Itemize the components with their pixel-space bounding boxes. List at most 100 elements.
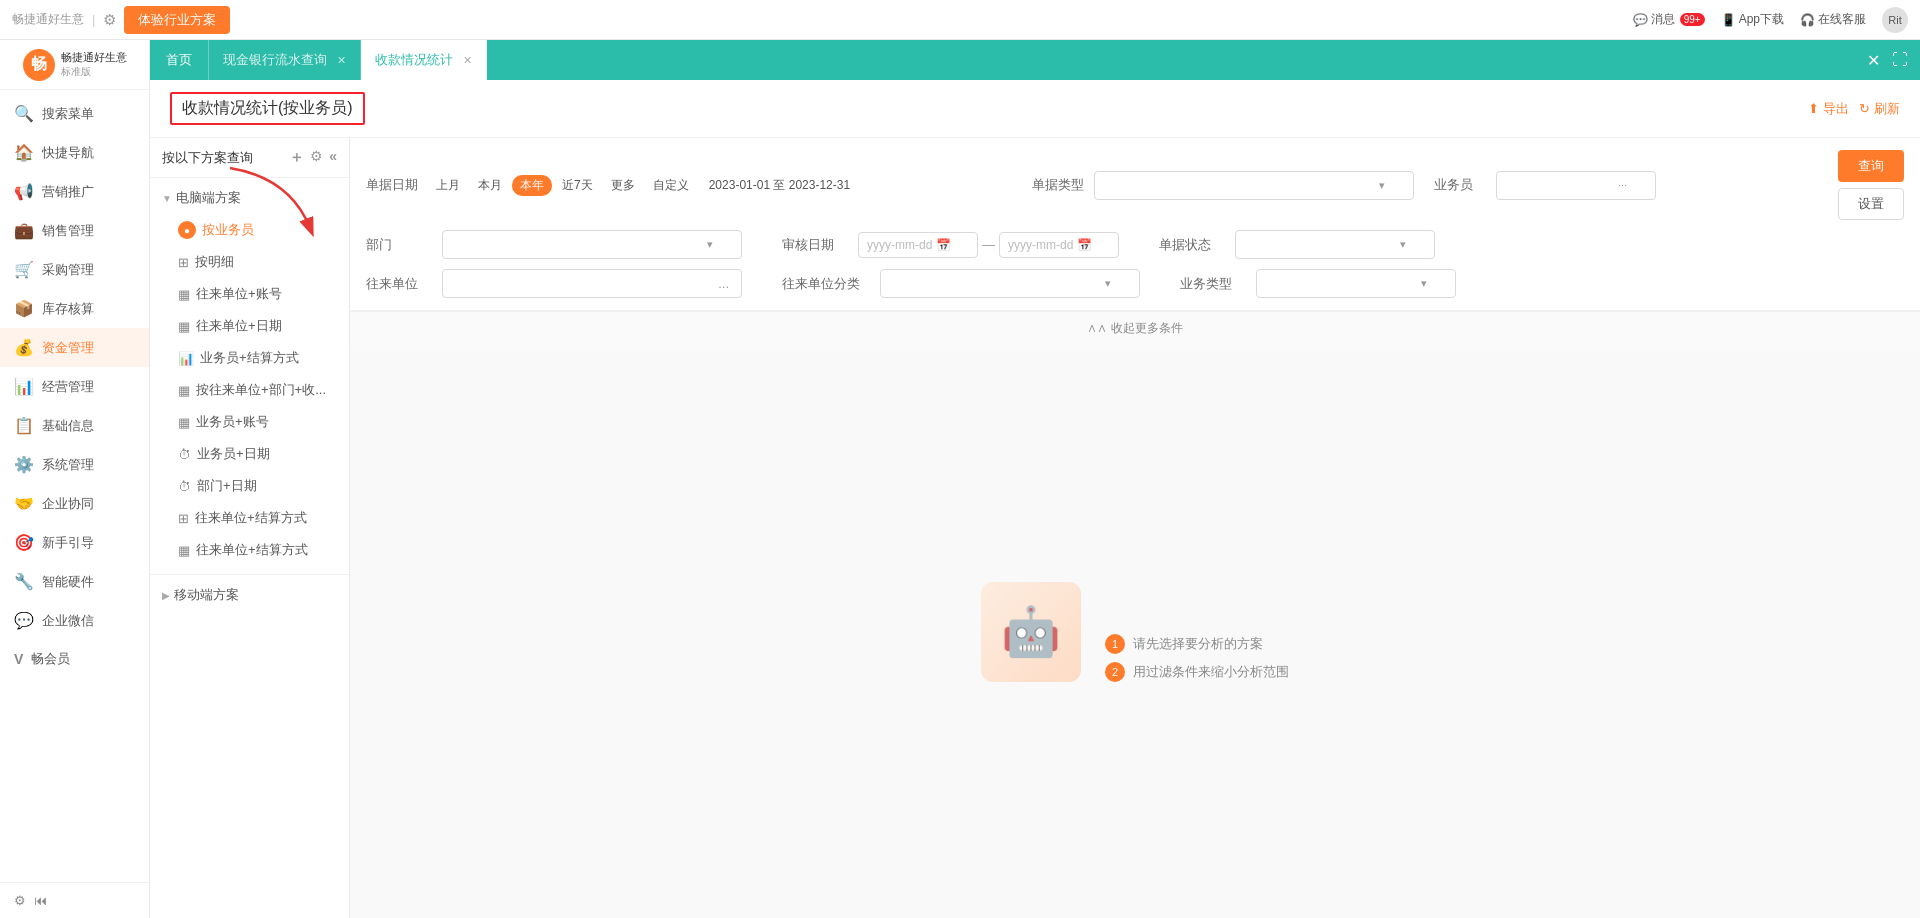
supplier-input-group[interactable]: ... bbox=[442, 269, 742, 298]
sidebar-footer[interactable]: ⚙ ⏮ bbox=[0, 882, 149, 918]
doc-status-select[interactable]: ▾ bbox=[1235, 230, 1435, 259]
sidebar-item-business[interactable]: 📊 经营管理 bbox=[0, 367, 149, 406]
panel-add-icon[interactable]: ＋ bbox=[289, 148, 304, 167]
sidebar-item-newbie[interactable]: 🎯 新手引导 bbox=[0, 523, 149, 562]
date-tab-last-month[interactable]: 上月 bbox=[428, 175, 468, 196]
filter-area: 单据日期 上月 本月 本年 近7天 更多 自定义 2023-01-01 至 20… bbox=[350, 138, 1920, 311]
sidebar: 畅 畅捷通好生意 标准版 🔍 搜索菜单 🏠 快捷导航 📢 营销推广 💼 bbox=[0, 40, 150, 918]
sidebar-item-system[interactable]: ⚙️ 系统管理 bbox=[0, 445, 149, 484]
export-btn[interactable]: ⬆ 导出 bbox=[1808, 100, 1849, 118]
refresh-btn[interactable]: ↻ 刷新 bbox=[1859, 100, 1900, 118]
page-actions: ⬆ 导出 ↻ 刷新 bbox=[1808, 100, 1900, 118]
sidebar-item-basic[interactable]: 📋 基础信息 bbox=[0, 406, 149, 445]
tree-item-by-salesperson[interactable]: ● 按业务员 bbox=[150, 214, 349, 246]
tab-bank-flow-close[interactable]: ✕ bbox=[337, 54, 346, 67]
online-service-btn[interactable]: 🎧 在线客服 bbox=[1800, 11, 1866, 28]
main-layout: 畅 畅捷通好生意 标准版 🔍 搜索菜单 🏠 快捷导航 📢 营销推广 💼 bbox=[0, 40, 1920, 918]
tree-item-supplier-settlement2[interactable]: ▦ 往来单位+结算方式 bbox=[150, 534, 349, 566]
review-date-group: yyyy-mm-dd 📅 — yyyy-mm-dd 📅 bbox=[858, 232, 1119, 258]
review-date-label: 审核日期 bbox=[782, 236, 838, 254]
sidebar-footer-collapse[interactable]: ⏮ bbox=[34, 893, 47, 908]
marketing-icon: 📢 bbox=[14, 182, 34, 201]
refresh-icon: ↻ bbox=[1859, 101, 1870, 116]
tree-item-salesperson-settlement[interactable]: 📊 业务员+结算方式 bbox=[150, 342, 349, 374]
supplier-category-arrow: ▾ bbox=[1105, 277, 1111, 290]
sidebar-item-marketing[interactable]: 📢 营销推广 bbox=[0, 172, 149, 211]
tab-close-all-icon[interactable]: ✕ bbox=[1867, 51, 1880, 70]
review-date-end[interactable]: yyyy-mm-dd 📅 bbox=[999, 232, 1119, 258]
quick-nav-icon: 🏠 bbox=[14, 143, 34, 162]
business-icon: 📊 bbox=[14, 377, 34, 396]
sidebar-item-finance[interactable]: 💰 资金管理 bbox=[0, 328, 149, 367]
tree-item-dept-date[interactable]: ⏱ 部门+日期 bbox=[150, 470, 349, 502]
empty-content: 🤖 1 请先选择要分析的方案 2 用过滤条件来缩小分析范围 bbox=[981, 582, 1289, 682]
sidebar-item-sales[interactable]: 💼 销售管理 bbox=[0, 211, 149, 250]
review-date-start[interactable]: yyyy-mm-dd 📅 bbox=[858, 232, 978, 258]
sidebar-item-vip[interactable]: V 畅会员 bbox=[0, 640, 149, 678]
top-bar-right: 💬 消息 99+ 📱 App下载 🎧 在线客服 Rit bbox=[1633, 7, 1908, 33]
date-tab-this-year[interactable]: 本年 bbox=[512, 175, 552, 196]
supplier-dept-icon: ▦ bbox=[178, 383, 190, 398]
tree-item-supplier-settlement1[interactable]: ⊞ 往来单位+结算方式 bbox=[150, 502, 349, 534]
tab-receipt-stats[interactable]: 收款情况统计 ✕ bbox=[361, 40, 487, 80]
salesperson-date-icon: ⏱ bbox=[178, 447, 191, 462]
tab-bank-flow[interactable]: 现金银行流水查询 ✕ bbox=[209, 40, 361, 80]
sidebar-item-quick-nav[interactable]: 🏠 快捷导航 bbox=[0, 133, 149, 172]
tree-item-by-detail[interactable]: ⊞ 按明细 bbox=[150, 246, 349, 278]
sidebar-item-smart-hardware[interactable]: 🔧 智能硬件 bbox=[0, 562, 149, 601]
tree-item-supplier-date[interactable]: ▦ 往来单位+日期 bbox=[150, 310, 349, 342]
supplier-account-icon: ▦ bbox=[178, 287, 190, 302]
vip-icon: V bbox=[14, 651, 23, 667]
sidebar-item-search-menu[interactable]: 🔍 搜索菜单 bbox=[0, 94, 149, 133]
tree-item-supplier-account[interactable]: ▦ 往来单位+账号 bbox=[150, 278, 349, 310]
salesperson-select[interactable]: ··· bbox=[1496, 171, 1656, 200]
date-tab-7days[interactable]: 近7天 bbox=[554, 175, 601, 196]
sidebar-item-purchase[interactable]: 🛒 采购管理 bbox=[0, 250, 149, 289]
collapse-bar[interactable]: ∧∧ 收起更多条件 bbox=[350, 311, 1920, 345]
logo-name: 畅捷通好生意 bbox=[61, 50, 127, 64]
tree-item-salesperson-account[interactable]: ▦ 业务员+账号 bbox=[150, 406, 349, 438]
filter-row-2: 部门 ▾ 审核日期 yyyy-mm-dd 📅 — bbox=[366, 230, 1904, 259]
tree-item-salesperson-date[interactable]: ⏱ 业务员+日期 bbox=[150, 438, 349, 470]
date-tab-this-month[interactable]: 本月 bbox=[470, 175, 510, 196]
sidebar-item-wechat[interactable]: 💬 企业微信 bbox=[0, 601, 149, 640]
messages-btn[interactable]: 💬 消息 99+ bbox=[1633, 11, 1705, 28]
panel-header-actions: ＋ ⚙ « bbox=[289, 148, 337, 167]
calendar-end-icon: 📅 bbox=[1077, 238, 1092, 252]
supplier-category-select[interactable]: ▾ bbox=[880, 269, 1140, 298]
tab-home[interactable]: 首页 bbox=[150, 40, 209, 80]
tree-parent-desktop[interactable]: ▼ 电脑端方案 bbox=[150, 182, 349, 214]
sidebar-item-enterprise[interactable]: 🤝 企业协同 bbox=[0, 484, 149, 523]
message-badge: 99+ bbox=[1680, 13, 1705, 26]
doctype-select[interactable]: ▾ bbox=[1094, 171, 1414, 200]
sidebar-item-inventory[interactable]: 📦 库存核算 bbox=[0, 289, 149, 328]
app-download-btn[interactable]: 📱 App下载 bbox=[1721, 11, 1784, 28]
query-button[interactable]: 查询 bbox=[1838, 150, 1904, 182]
supplier-dots[interactable]: ... bbox=[718, 276, 729, 291]
doctype-arrow: ▾ bbox=[1379, 179, 1385, 192]
supplier-date-icon: ▦ bbox=[178, 319, 190, 334]
tree-parent-mobile[interactable]: ▶ 移动端方案 bbox=[150, 579, 349, 611]
dept-select[interactable]: ▾ bbox=[442, 230, 742, 259]
panel-collapse-icon[interactable]: « bbox=[329, 148, 337, 167]
inventory-icon: 📦 bbox=[14, 299, 34, 318]
panel-settings-icon[interactable]: ⚙ bbox=[310, 148, 323, 167]
date-tab-custom[interactable]: 自定义 bbox=[645, 175, 697, 196]
date-tab-more[interactable]: 更多 bbox=[603, 175, 643, 196]
user-avatar[interactable]: Rit bbox=[1882, 7, 1908, 33]
biz-type-select[interactable]: ▾ bbox=[1256, 269, 1456, 298]
active-indicator: ● bbox=[178, 221, 196, 239]
logo-icon: 畅 bbox=[23, 49, 55, 81]
tab-receipt-stats-close[interactable]: ✕ bbox=[463, 54, 472, 67]
panel-header: 按以下方案查询 ＋ ⚙ « bbox=[150, 138, 349, 178]
tree-item-supplier-dept-receipt[interactable]: ▦ 按往来单位+部门+收... bbox=[150, 374, 349, 406]
trial-button[interactable]: 体验行业方案 bbox=[124, 6, 230, 34]
download-icon: 📱 bbox=[1721, 13, 1736, 27]
settings-icon[interactable]: ⚙ bbox=[103, 11, 116, 29]
doc-status-value bbox=[1244, 236, 1256, 253]
dept-value bbox=[451, 236, 463, 253]
settings-button[interactable]: 设置 bbox=[1838, 188, 1904, 220]
tree-collapse-icon: ▶ bbox=[162, 590, 170, 601]
supplier-category-value bbox=[889, 275, 901, 292]
tab-expand-icon[interactable]: ⛶ bbox=[1892, 51, 1908, 69]
